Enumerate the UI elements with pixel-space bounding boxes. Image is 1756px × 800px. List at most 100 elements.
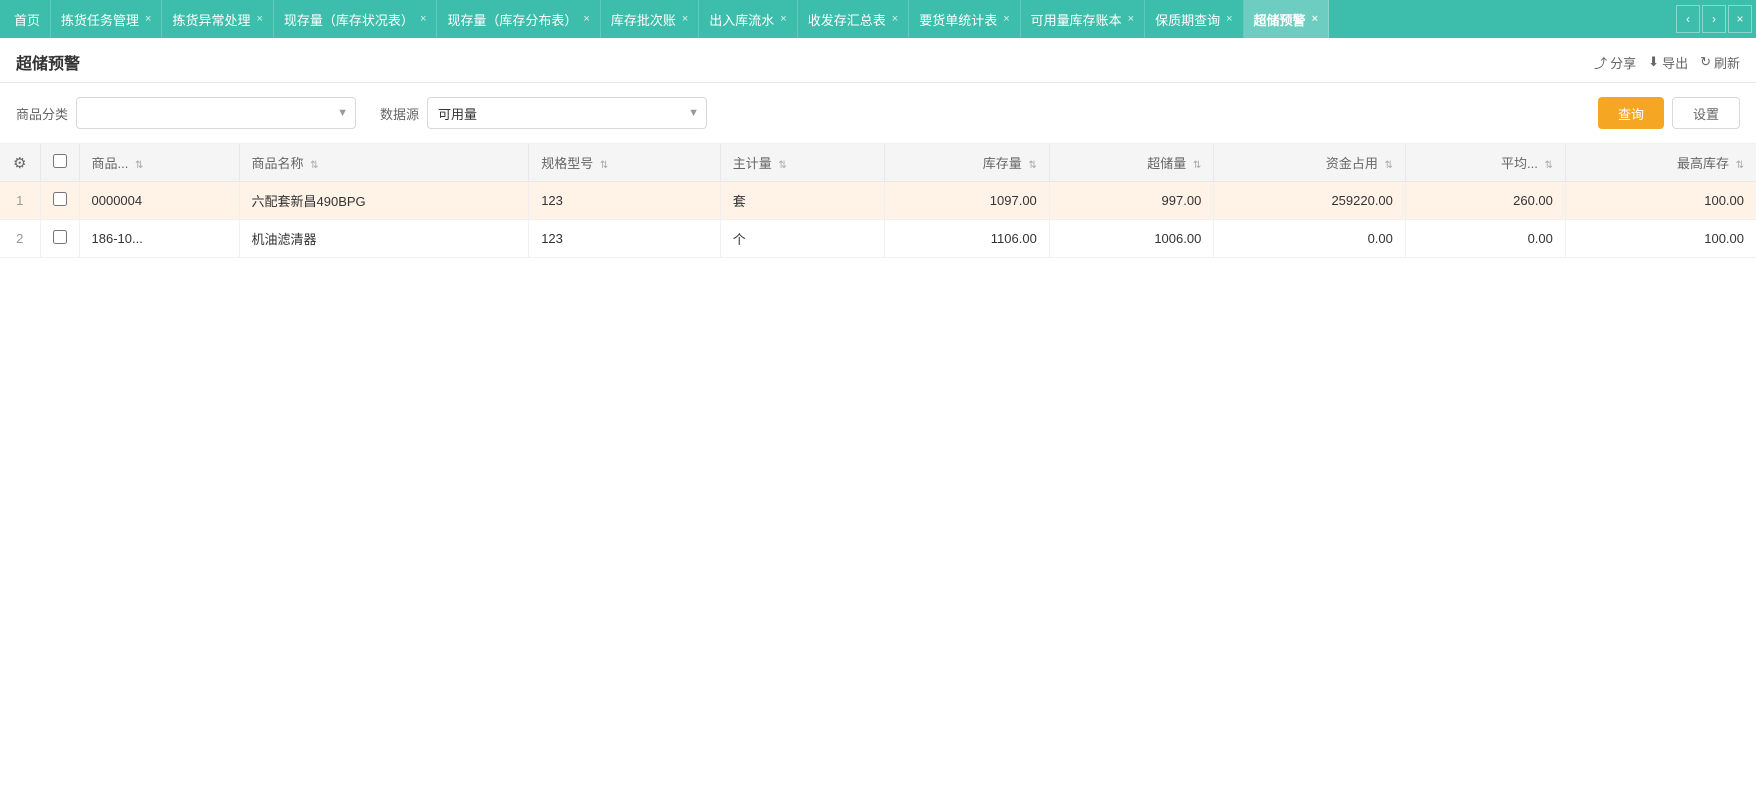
col-label: 规格型号 [541, 156, 593, 171]
category-filter: 商品分类 ▼ [16, 97, 356, 129]
col-label: 商品... [92, 156, 129, 171]
unit: 套 [720, 182, 885, 220]
table-row: 1 0000004 六配套新昌490BPG 123 套 1097.00 997.… [0, 182, 1756, 220]
col-settings[interactable]: ⚙ [0, 144, 40, 182]
nav-tab-order-stat[interactable]: 要货单统计表 × [909, 0, 1020, 38]
col-label: 库存量 [983, 156, 1022, 171]
nav-tab-label: 现存量（库存分布表） [447, 10, 577, 29]
row-checkbox-cell[interactable] [40, 182, 79, 220]
col-spec[interactable]: 规格型号 ⇅ [529, 144, 721, 182]
col-max-stock[interactable]: 最高库存 ⇅ [1565, 144, 1756, 182]
export-button[interactable]: ⬇ 导出 [1648, 53, 1688, 72]
nav-arrows: ‹ › × [1676, 5, 1752, 33]
product-code: 0000004 [79, 182, 239, 220]
close-icon[interactable]: × [1128, 13, 1134, 25]
sort-icon: ⇅ [135, 160, 143, 171]
refresh-icon: ↻ [1700, 54, 1711, 70]
sort-icon: ⇅ [1545, 160, 1553, 171]
export-icon: ⬇ [1648, 54, 1659, 70]
nav-tab-label: 超储预警 [1254, 10, 1306, 29]
query-button[interactable]: 查询 [1598, 97, 1664, 129]
sort-icon: ⇅ [1736, 160, 1744, 171]
row-checkbox[interactable] [53, 192, 67, 206]
refresh-button[interactable]: ↻ 刷新 [1700, 53, 1740, 72]
col-stock[interactable]: 库存量 ⇅ [885, 144, 1050, 182]
refresh-label: 刷新 [1714, 53, 1740, 72]
col-product-name[interactable]: 商品名称 ⇅ [239, 144, 529, 182]
nav-tab-stock-dist[interactable]: 现存量（库存分布表） × [437, 0, 600, 38]
data-table: ⚙ 商品... ⇅ 商品名称 ⇅ 规格型号 ⇅ [0, 144, 1756, 258]
nav-tab-label: 可用量库存账本 [1031, 10, 1122, 29]
product-code: 186-10... [79, 220, 239, 258]
overstock: 1006.00 [1049, 220, 1214, 258]
select-all-checkbox[interactable] [53, 154, 67, 168]
settings-button[interactable]: 设置 [1672, 97, 1740, 129]
nav-tab-label: 拣货任务管理 [61, 10, 139, 29]
row-checkbox-cell[interactable] [40, 220, 79, 258]
page-header: 超储预警 ⤴ 分享 ⬇ 导出 ↻ 刷新 [0, 38, 1756, 83]
table-row: 2 186-10... 机油滤清器 123 个 1106.00 1006.00 … [0, 220, 1756, 258]
stock: 1106.00 [885, 220, 1050, 258]
close-icon[interactable]: × [420, 13, 426, 25]
datasource-select[interactable] [427, 97, 707, 129]
nav-more-button[interactable]: × [1728, 5, 1752, 33]
category-select[interactable] [76, 97, 356, 129]
nav-next-button[interactable]: › [1702, 5, 1726, 33]
category-label: 商品分类 [16, 104, 68, 123]
avg-cost: 0.00 [1405, 220, 1565, 258]
filter-actions: 查询 设置 [1598, 97, 1740, 129]
gear-icon[interactable]: ⚙ [13, 155, 26, 172]
max-stock: 100.00 [1565, 220, 1756, 258]
col-product-code[interactable]: 商品... ⇅ [79, 144, 239, 182]
col-checkbox[interactable] [40, 144, 79, 182]
nav-tab-batch[interactable]: 库存批次账 × [601, 0, 699, 38]
export-label: 导出 [1662, 53, 1688, 72]
datasource-label: 数据源 [380, 104, 419, 123]
share-button[interactable]: ⤴ 分享 [1594, 53, 1636, 72]
col-label: 最高库存 [1677, 156, 1729, 171]
row-number: 2 [0, 220, 40, 258]
nav-tab-home[interactable]: 首页 [4, 0, 51, 38]
col-label: 平均... [1501, 156, 1538, 171]
nav-tab-stock-status[interactable]: 现存量（库存状况表） × [274, 0, 437, 38]
nav-tab-expiry[interactable]: 保质期查询 × [1145, 0, 1243, 38]
close-icon[interactable]: × [892, 13, 898, 25]
nav-prev-button[interactable]: ‹ [1676, 5, 1700, 33]
nav-tab-label: 收发存汇总表 [808, 10, 886, 29]
category-select-wrapper: ▼ [76, 97, 356, 129]
nav-tab-inout-flow[interactable]: 出入库流水 × [699, 0, 797, 38]
sort-icon: ⇅ [1385, 160, 1393, 171]
col-unit[interactable]: 主计量 ⇅ [720, 144, 885, 182]
close-icon[interactable]: × [145, 13, 151, 25]
nav-tab-overstock[interactable]: 超储预警 × [1244, 0, 1329, 38]
filter-area: 商品分类 ▼ 数据源 ▼ 查询 设置 [0, 83, 1756, 144]
close-icon[interactable]: × [780, 13, 786, 25]
col-capital[interactable]: 资金占用 ⇅ [1214, 144, 1406, 182]
sort-icon: ⇅ [600, 160, 608, 171]
close-icon[interactable]: × [1003, 13, 1009, 25]
datasource-select-wrapper: ▼ [427, 97, 707, 129]
nav-tab-usable-ledger[interactable]: 可用量库存账本 × [1021, 0, 1145, 38]
page-title: 超储预警 [16, 50, 80, 74]
close-icon[interactable]: × [1226, 13, 1232, 25]
close-icon[interactable]: × [682, 13, 688, 25]
close-icon[interactable]: × [1312, 13, 1318, 25]
nav-tab-summary[interactable]: 收发存汇总表 × [798, 0, 909, 38]
sort-icon: ⇅ [310, 160, 318, 171]
col-overstock[interactable]: 超储量 ⇅ [1049, 144, 1214, 182]
close-icon[interactable]: × [583, 13, 589, 25]
datasource-filter: 数据源 ▼ [380, 97, 707, 129]
nav-tab-label: 出入库流水 [709, 10, 774, 29]
nav-tab-pick-abnormal[interactable]: 拣货异常处理 × [162, 0, 273, 38]
nav-tab-pick-task[interactable]: 拣货任务管理 × [51, 0, 162, 38]
close-icon[interactable]: × [256, 13, 262, 25]
capital-occupied: 0.00 [1214, 220, 1406, 258]
row-checkbox[interactable] [53, 230, 67, 244]
max-stock: 100.00 [1565, 182, 1756, 220]
unit: 个 [720, 220, 885, 258]
share-label: 分享 [1610, 53, 1636, 72]
avg-cost: 260.00 [1405, 182, 1565, 220]
col-avg[interactable]: 平均... ⇅ [1405, 144, 1565, 182]
capital-occupied: 259220.00 [1214, 182, 1406, 220]
nav-tab-label: 库存批次账 [611, 10, 676, 29]
